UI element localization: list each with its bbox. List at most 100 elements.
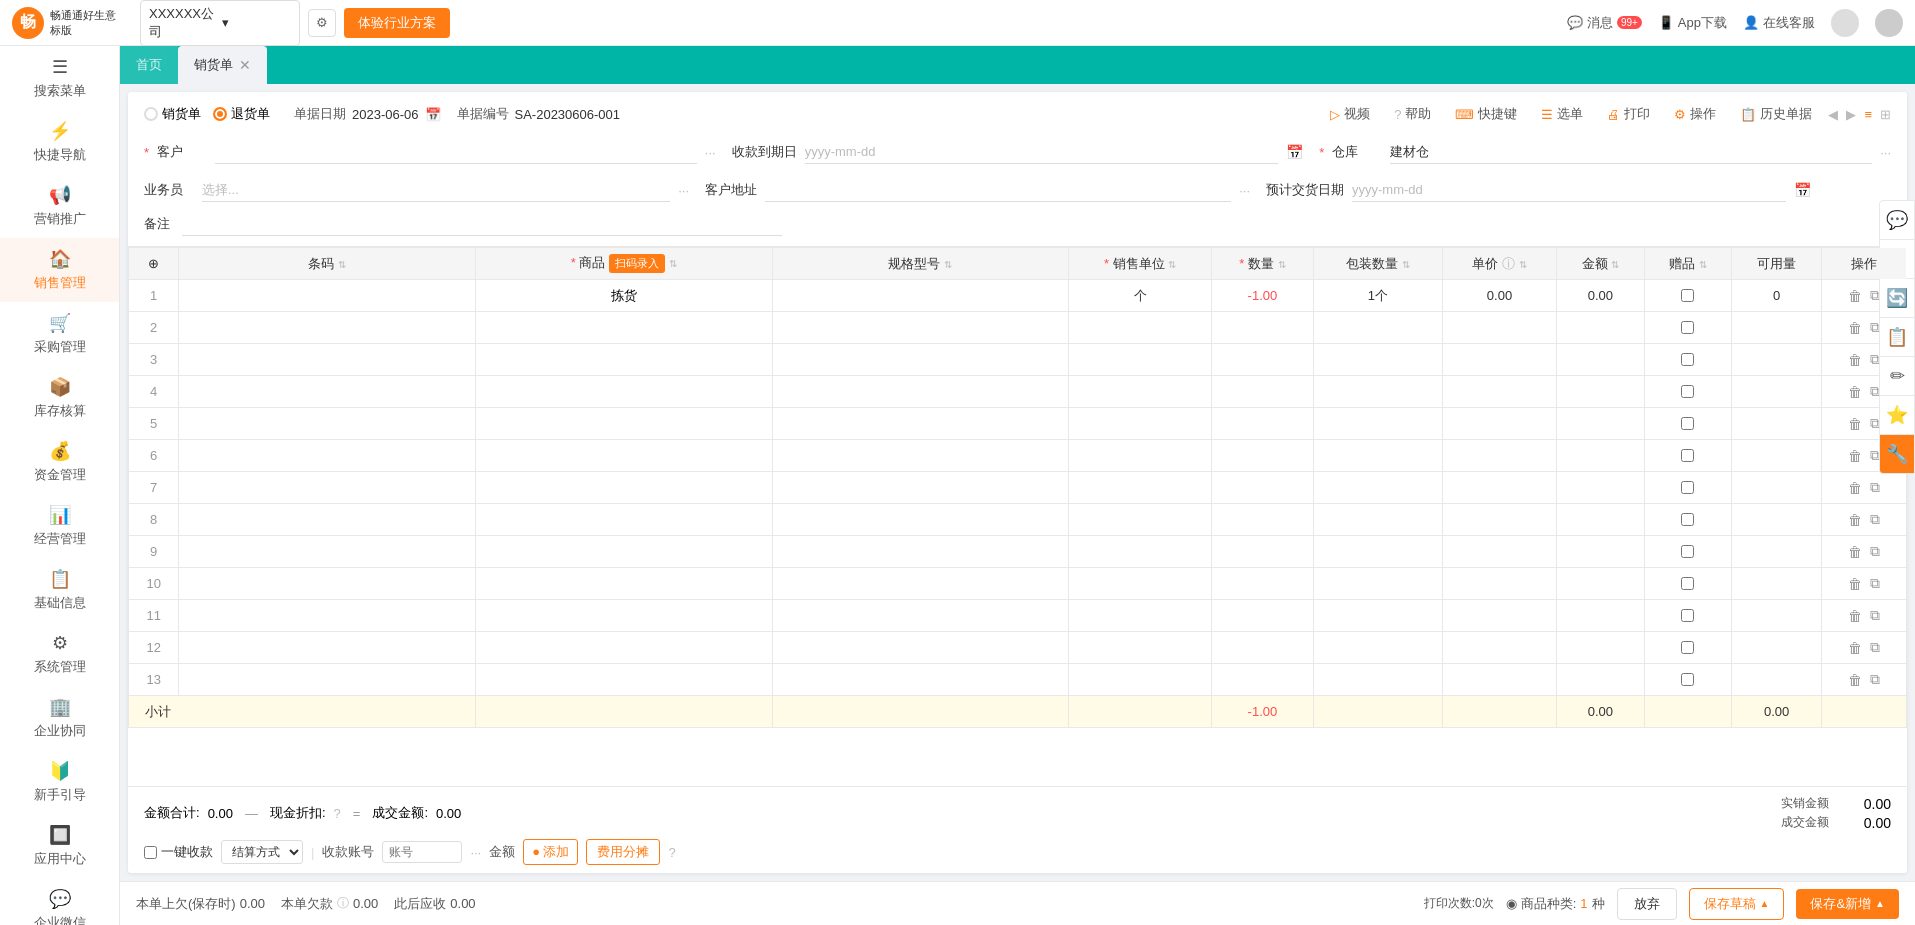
cell-sales-unit[interactable] xyxy=(1069,376,1212,408)
help-button[interactable]: ? 帮助 xyxy=(1386,102,1439,126)
cell-product[interactable] xyxy=(475,440,772,472)
cell-spec[interactable] xyxy=(772,440,1069,472)
th-unit-price[interactable]: 单价 ⓘ ⇅ xyxy=(1442,248,1556,280)
cell-spec[interactable] xyxy=(772,632,1069,664)
sidebar-item-purchase[interactable]: 🛒 采购管理 xyxy=(0,302,119,366)
trial-button[interactable]: 体验行业方案 xyxy=(344,8,450,38)
cell-quantity[interactable] xyxy=(1212,600,1313,632)
cell-unit-price[interactable] xyxy=(1442,376,1556,408)
barcode-input[interactable] xyxy=(187,672,467,687)
delete-row-button[interactable]: 🗑 xyxy=(1846,637,1864,658)
cell-sales-unit[interactable] xyxy=(1069,536,1212,568)
gift-checkbox[interactable] xyxy=(1681,545,1694,558)
sidebar-item-fund[interactable]: 💰 资金管理 xyxy=(0,430,119,494)
sidebar-item-basic[interactable]: 📋 基础信息 xyxy=(0,558,119,622)
th-price-sort[interactable]: ⇅ xyxy=(1519,259,1527,270)
save-draft-button[interactable]: 保存草稿 ▲ xyxy=(1689,888,1785,920)
barcode-input[interactable] xyxy=(187,640,467,655)
gift-checkbox[interactable] xyxy=(1681,641,1694,654)
discount-help-icon[interactable]: ? xyxy=(334,806,341,821)
copy-row-button[interactable]: ⧉ xyxy=(1868,541,1882,562)
cell-sales-unit[interactable] xyxy=(1069,440,1212,472)
message-button[interactable]: 💬 消息 99+ xyxy=(1567,14,1642,32)
cell-product[interactable] xyxy=(475,536,772,568)
cell-spec[interactable] xyxy=(772,376,1069,408)
gift-checkbox[interactable] xyxy=(1681,321,1694,334)
cell-quantity[interactable] xyxy=(1212,344,1313,376)
calendar-icon[interactable]: 📅 xyxy=(425,107,441,122)
salesperson-dots-icon[interactable]: ··· xyxy=(678,183,689,198)
cell-quantity[interactable] xyxy=(1212,504,1313,536)
delete-row-button[interactable]: 🗑 xyxy=(1846,477,1864,498)
gift-checkbox[interactable] xyxy=(1681,673,1694,686)
cell-product[interactable] xyxy=(475,504,772,536)
video-button[interactable]: ▷ 视频 xyxy=(1322,102,1378,126)
cell-amount[interactable] xyxy=(1557,376,1645,408)
product-input[interactable] xyxy=(484,416,764,431)
cell-package-qty[interactable] xyxy=(1313,504,1442,536)
cell-gift[interactable] xyxy=(1644,664,1732,696)
cell-barcode[interactable] xyxy=(179,440,476,472)
sidebar-item-quick-nav[interactable]: ⚡ 快捷导航 xyxy=(0,110,119,174)
cell-product[interactable] xyxy=(475,280,772,312)
due-date-input[interactable] xyxy=(805,140,1279,164)
cell-amount[interactable] xyxy=(1557,312,1645,344)
cell-barcode[interactable] xyxy=(179,600,476,632)
product-input[interactable] xyxy=(484,288,764,303)
spec-input[interactable] xyxy=(781,320,1061,335)
cell-product[interactable] xyxy=(475,344,772,376)
cell-package-qty[interactable] xyxy=(1313,472,1442,504)
gift-checkbox[interactable] xyxy=(1681,609,1694,622)
cell-quantity[interactable] xyxy=(1212,632,1313,664)
th-price-info-icon[interactable]: ⓘ xyxy=(1502,256,1515,271)
barcode-input[interactable] xyxy=(187,480,467,495)
cell-spec[interactable] xyxy=(772,280,1069,312)
spec-input[interactable] xyxy=(781,288,1061,303)
cell-spec[interactable] xyxy=(772,312,1069,344)
shortcut-button[interactable]: ⌨ 快捷键 xyxy=(1447,102,1525,126)
cell-quantity[interactable] xyxy=(1212,568,1313,600)
cell-product[interactable] xyxy=(475,408,772,440)
gift-checkbox[interactable] xyxy=(1681,353,1694,366)
delete-row-button[interactable]: 🗑 xyxy=(1846,413,1864,434)
cell-gift[interactable] xyxy=(1644,472,1732,504)
right-float-btn-1[interactable]: 💬 xyxy=(1880,201,1914,240)
cell-amount[interactable] xyxy=(1557,536,1645,568)
th-unit-sort[interactable]: ⇅ xyxy=(1168,259,1176,270)
th-package-qty[interactable]: 包装数量 ⇅ xyxy=(1313,248,1442,280)
expense-button[interactable]: 费用分摊 xyxy=(586,839,660,865)
tab-sales-order[interactable]: 销货单 ✕ xyxy=(178,46,267,84)
account-dots-icon[interactable]: ··· xyxy=(470,845,481,860)
cell-barcode[interactable] xyxy=(179,504,476,536)
salesperson-input[interactable] xyxy=(202,178,670,202)
cell-sales-unit[interactable]: 个 xyxy=(1069,280,1212,312)
sidebar-item-wechat[interactable]: 💬 企业微信 xyxy=(0,878,119,925)
sidebar-item-sales[interactable]: 🏠 销售管理 xyxy=(0,238,119,302)
delete-row-button[interactable]: 🗑 xyxy=(1846,445,1864,466)
barcode-input[interactable] xyxy=(187,384,467,399)
cell-package-qty[interactable] xyxy=(1313,600,1442,632)
cell-gift[interactable] xyxy=(1644,504,1732,536)
cell-unit-price[interactable] xyxy=(1442,632,1556,664)
cell-barcode[interactable] xyxy=(179,408,476,440)
company-selector[interactable]: XXXXXX公司 ▾ xyxy=(140,0,300,46)
cell-barcode[interactable] xyxy=(179,664,476,696)
cell-sales-unit[interactable] xyxy=(1069,664,1212,696)
cell-spec[interactable] xyxy=(772,568,1069,600)
gift-checkbox[interactable] xyxy=(1681,513,1694,526)
cell-product[interactable] xyxy=(475,376,772,408)
spec-input[interactable] xyxy=(781,672,1061,687)
barcode-input[interactable] xyxy=(187,288,467,303)
cell-package-qty[interactable] xyxy=(1313,344,1442,376)
list-view-icon[interactable]: ≡ xyxy=(1864,107,1872,122)
add-button[interactable]: ● 添加 xyxy=(523,839,578,865)
spec-input[interactable] xyxy=(781,576,1061,591)
delete-row-button[interactable]: 🗑 xyxy=(1846,509,1864,530)
cell-unit-price[interactable] xyxy=(1442,472,1556,504)
cell-barcode[interactable] xyxy=(179,376,476,408)
cell-barcode[interactable] xyxy=(179,280,476,312)
th-barcode[interactable]: 条码 ⇅ xyxy=(179,248,476,280)
cell-sales-unit[interactable] xyxy=(1069,504,1212,536)
tab-close-icon[interactable]: ✕ xyxy=(239,57,251,73)
th-quantity[interactable]: * 数量 ⇅ xyxy=(1212,248,1313,280)
